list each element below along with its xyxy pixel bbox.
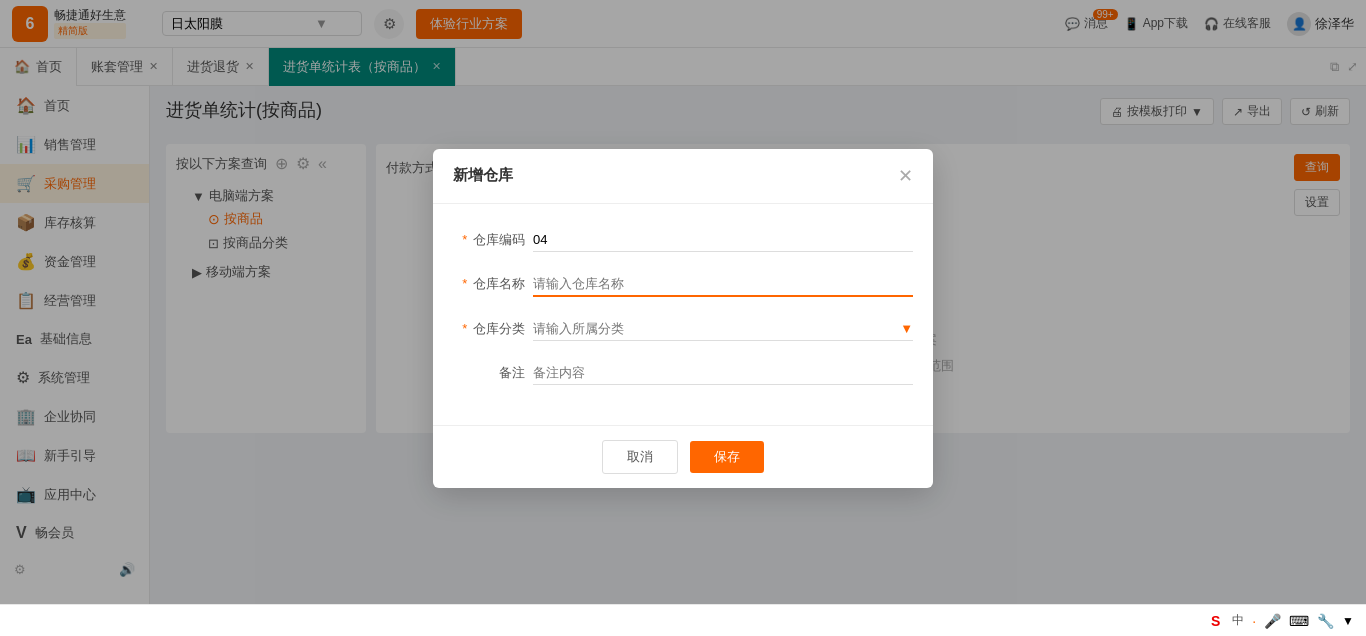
cancel-button[interactable]: 取消 [602, 440, 678, 474]
bottom-bar: S 中 · 🎤 ⌨ 🔧 ▼ [0, 604, 1366, 636]
modal-overlay: 新增仓库 ✕ * 仓库编码 * 仓库名称 [0, 0, 1366, 636]
add-warehouse-modal: 新增仓库 ✕ * 仓库编码 * 仓库名称 [433, 149, 933, 488]
modal-header: 新增仓库 ✕ [433, 149, 933, 204]
down-arrow-icon[interactable]: ▼ [1342, 614, 1354, 628]
code-label: * 仓库编码 [453, 231, 533, 249]
toolbar-icon[interactable]: 🔧 [1317, 613, 1334, 629]
form-row-note: 备注 [453, 361, 913, 385]
sougou-logo: S [1211, 613, 1220, 629]
code-input[interactable] [533, 228, 913, 252]
chinese-input-label[interactable]: 中 [1232, 612, 1244, 629]
name-input[interactable] [533, 272, 913, 297]
save-button[interactable]: 保存 [690, 441, 764, 473]
category-label: * 仓库分类 [453, 320, 533, 338]
category-dropdown-icon[interactable]: ▼ [900, 321, 913, 336]
category-select-wrap[interactable]: ▼ [533, 317, 913, 341]
note-input[interactable] [533, 361, 913, 385]
note-label: 备注 [453, 364, 533, 382]
modal-footer: 取消 保存 [433, 425, 933, 488]
modal-body: * 仓库编码 * 仓库名称 * 仓库分类 [433, 204, 933, 425]
form-row-name: * 仓库名称 [453, 272, 913, 297]
modal-close-button[interactable]: ✕ [898, 165, 913, 187]
keyboard-icon[interactable]: ⌨ [1289, 613, 1309, 629]
form-row-category: * 仓库分类 ▼ [453, 317, 913, 341]
modal-title: 新增仓库 [453, 166, 513, 185]
form-row-code: * 仓库编码 [453, 228, 913, 252]
dot-icon[interactable]: · [1252, 613, 1256, 629]
name-label: * 仓库名称 [453, 275, 533, 293]
category-input[interactable] [533, 321, 900, 336]
mic-icon[interactable]: 🎤 [1264, 613, 1281, 629]
